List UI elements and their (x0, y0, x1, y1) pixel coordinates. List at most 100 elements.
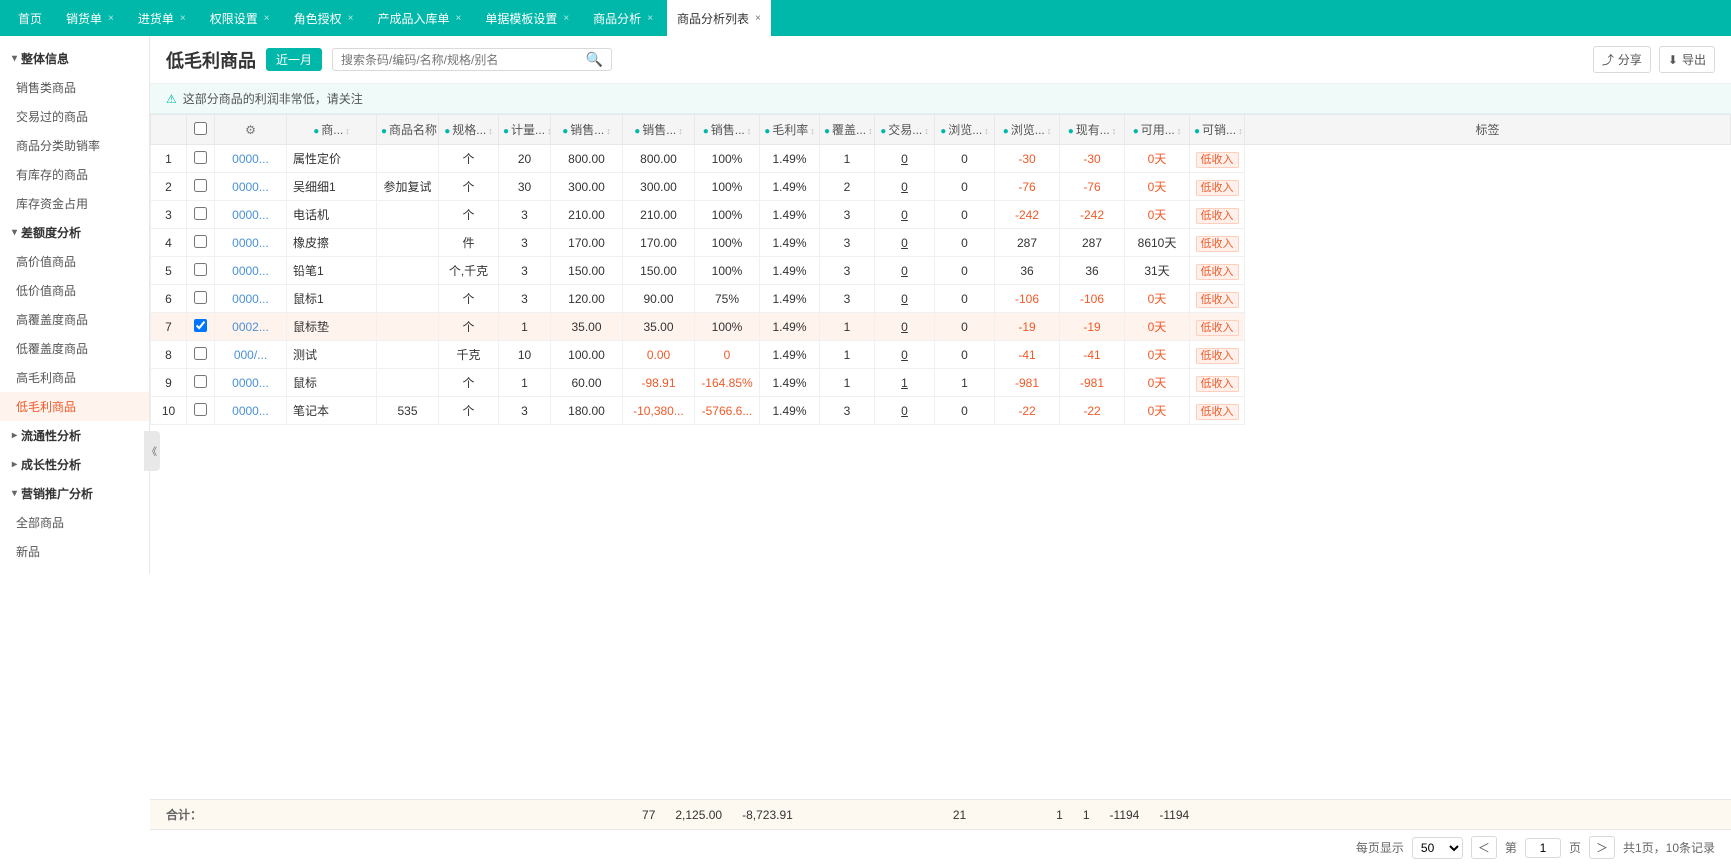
sidebar-item-low-value[interactable]: 低价值商品 (0, 276, 149, 305)
cell-checkbox[interactable] (187, 145, 215, 173)
sidebar-item-high-margin[interactable]: 高毛利商品 (0, 363, 149, 392)
sort-icon-9[interactable]: ↕ (868, 126, 873, 136)
tag-badge: 低收入 (1196, 208, 1239, 224)
sort-icon-5[interactable]: ↕ (606, 126, 611, 136)
prev-page-btn[interactable]: ＜ (1471, 836, 1497, 859)
share-button[interactable]: ⤴ 分享 (1593, 46, 1651, 73)
th-checkbox[interactable] (187, 115, 215, 145)
sort-icon-15[interactable]: ↕ (1238, 126, 1243, 136)
cell-view1[interactable]: 0 (875, 397, 935, 425)
sort-icon-8[interactable]: ↕ (810, 126, 815, 136)
cell-view1[interactable]: 0 (875, 313, 935, 341)
sidebar-item-inventory-goods[interactable]: 有库存的商品 (0, 160, 149, 189)
sidebar-item-sales-goods[interactable]: 销售类商品 (0, 73, 149, 102)
cell-view1[interactable]: 0 (875, 201, 935, 229)
cell-code: 0000... (215, 369, 287, 397)
sort-icon-12[interactable]: ↕ (1047, 126, 1052, 136)
nav-close-list[interactable]: × (755, 13, 761, 24)
nav-close-template[interactable]: × (563, 13, 569, 24)
row-checkbox[interactable] (194, 207, 207, 220)
cell-checkbox[interactable] (187, 257, 215, 285)
sort-icon-13[interactable]: ↕ (1112, 126, 1117, 136)
cell-checkbox[interactable] (187, 369, 215, 397)
row-checkbox[interactable] (194, 235, 207, 248)
sort-dot-4: ● (503, 126, 509, 137)
export-button[interactable]: ⬇ 导出 (1659, 46, 1715, 73)
nav-close-analysis[interactable]: × (647, 13, 653, 24)
cell-checkbox[interactable] (187, 201, 215, 229)
export-icon: ⬇ (1668, 53, 1678, 67)
nav-home[interactable]: 首页 (8, 0, 52, 36)
sort-icon[interactable]: ↕ (345, 126, 350, 136)
cell-view1[interactable]: 0 (875, 341, 935, 369)
sidebar-item-all-goods[interactable]: 全部商品 (0, 508, 149, 537)
cell-view1[interactable]: 0 (875, 257, 935, 285)
sidebar-section-flow[interactable]: ▸ 流通性分析 (0, 421, 149, 450)
nav-close-permission[interactable]: × (264, 13, 270, 24)
row-checkbox[interactable] (194, 319, 207, 332)
nav-permission[interactable]: 权限设置 × (200, 0, 280, 36)
page-input[interactable] (1525, 838, 1561, 858)
cell-sales-profit: 35.00 (623, 313, 695, 341)
nav-close-role[interactable]: × (348, 13, 354, 24)
nav-close-product[interactable]: × (455, 13, 461, 24)
sidebar-section-overall[interactable]: ▾ 整体信息 (0, 44, 149, 73)
nav-close-purchase[interactable]: × (180, 13, 186, 24)
nav-product-analysis-list[interactable]: 商品分析列表 × (667, 0, 771, 36)
share-icon: ⤴ (1602, 51, 1614, 68)
per-page-select[interactable]: 50 100 200 (1412, 837, 1463, 859)
sort-icon-3[interactable]: ↕ (488, 126, 493, 136)
cell-checkbox[interactable] (187, 397, 215, 425)
sort-icon-14[interactable]: ↕ (1177, 126, 1182, 136)
sidebar-item-category-rate[interactable]: 商品分类助销率 (0, 131, 149, 160)
sidebar-item-new-goods[interactable]: 新品 (0, 537, 149, 566)
row-checkbox[interactable] (194, 347, 207, 360)
nav-product-in[interactable]: 产成品入库单 × (367, 0, 471, 36)
table-container[interactable]: ⚙ ●商...↕ ●商品名称↕ ●规格...↕ ●计量...↕ (150, 114, 1731, 799)
sidebar-item-capital-usage[interactable]: 库存资金占用 (0, 189, 149, 218)
cell-checkbox[interactable] (187, 229, 215, 257)
row-checkbox[interactable] (194, 291, 207, 304)
search-input[interactable] (341, 53, 586, 67)
nav-purchase[interactable]: 进货单 × (128, 0, 196, 36)
nav-role[interactable]: 角色授权 × (284, 0, 364, 36)
cell-code: 0000... (215, 229, 287, 257)
sort-icon-10[interactable]: ↕ (924, 126, 929, 136)
nav-product-analysis[interactable]: 商品分析 × (583, 0, 663, 36)
cell-view1[interactable]: 1 (875, 369, 935, 397)
row-checkbox[interactable] (194, 151, 207, 164)
next-page-btn[interactable]: ＞ (1589, 836, 1615, 859)
row-checkbox[interactable] (194, 375, 207, 388)
sidebar-item-high-coverage[interactable]: 高覆盖度商品 (0, 305, 149, 334)
sort-icon-11[interactable]: ↕ (984, 126, 989, 136)
row-checkbox[interactable] (194, 403, 207, 416)
cell-view1[interactable]: 0 (875, 173, 935, 201)
sidebar-section-margin[interactable]: ▾ 差额度分析 (0, 218, 149, 247)
sidebar-item-low-coverage[interactable]: 低覆盖度商品 (0, 334, 149, 363)
sort-icon-6[interactable]: ↕ (678, 126, 683, 136)
sidebar-section-growth[interactable]: ▸ 成长性分析 (0, 450, 149, 479)
row-checkbox[interactable] (194, 263, 207, 276)
th-settings[interactable]: ⚙ (215, 115, 287, 145)
cell-view1[interactable]: 0 (875, 145, 935, 173)
nav-close-sales[interactable]: × (108, 13, 114, 24)
cell-view1[interactable]: 0 (875, 285, 935, 313)
cell-view2: 0 (935, 313, 995, 341)
search-icon[interactable]: 🔍 (586, 51, 603, 68)
cell-checkbox[interactable] (187, 173, 215, 201)
sidebar-item-traded-goods[interactable]: 交易过的商品 (0, 102, 149, 131)
cell-checkbox[interactable] (187, 341, 215, 369)
cell-checkbox[interactable] (187, 285, 215, 313)
filter-recent-month-btn[interactable]: 近一月 (266, 48, 322, 71)
nav-sales-order[interactable]: 销货单 × (56, 0, 124, 36)
sidebar-item-low-margin[interactable]: 低毛利商品 (0, 392, 149, 421)
settings-icon[interactable]: ⚙ (245, 123, 256, 137)
sidebar-item-high-value[interactable]: 高价值商品 (0, 247, 149, 276)
cell-checkbox[interactable] (187, 313, 215, 341)
select-all-checkbox[interactable] (194, 122, 207, 135)
row-checkbox[interactable] (194, 179, 207, 192)
sort-icon-7[interactable]: ↕ (747, 126, 752, 136)
sidebar-section-marketing[interactable]: ▾ 营销推广分析 (0, 479, 149, 508)
cell-view1[interactable]: 0 (875, 229, 935, 257)
nav-template[interactable]: 单据模板设置 × (475, 0, 579, 36)
